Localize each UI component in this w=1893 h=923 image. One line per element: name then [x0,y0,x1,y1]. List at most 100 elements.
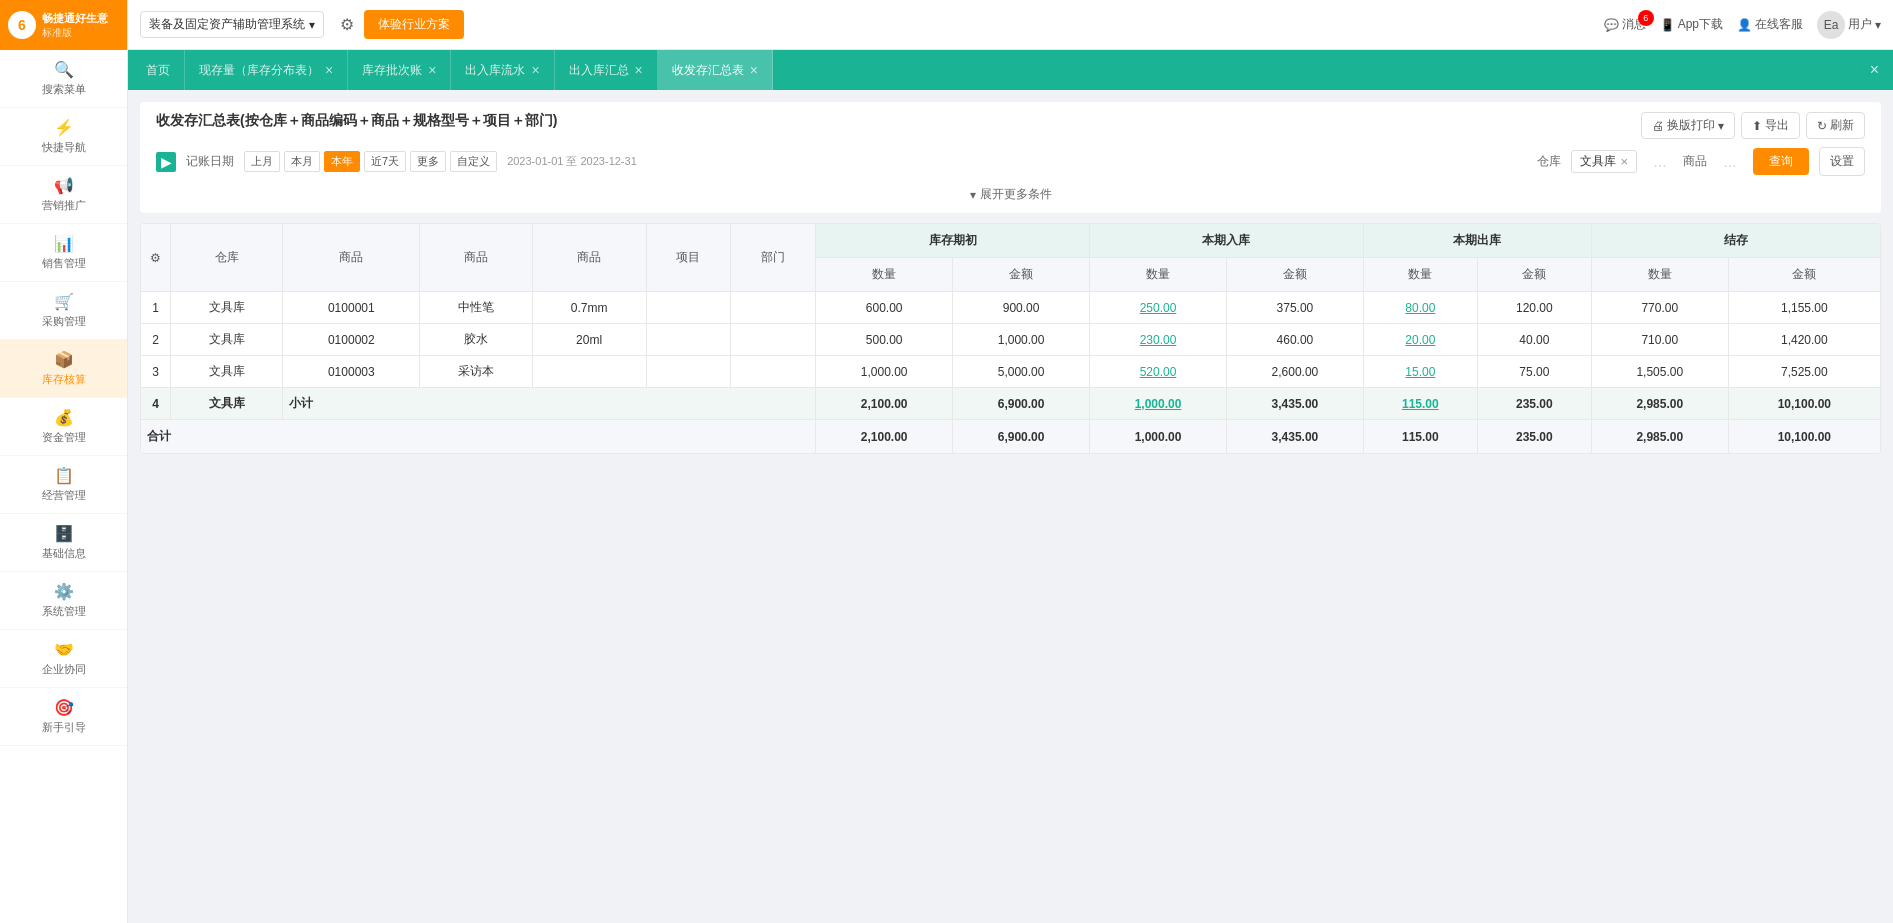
sidebar-item-finance[interactable]: 💰资金管理 [0,398,127,456]
sidebar-item-operations[interactable]: 📋经营管理 [0,456,127,514]
row-out-qty[interactable]: 15.00 [1363,356,1477,388]
tab-close-stock-dist[interactable]: × [325,62,333,78]
date-btn-本月[interactable]: 本月 [284,151,320,172]
tab-label-stock-dist: 现存量（库存分布表） [199,62,319,79]
subtotal-open-amt: 6,900.00 [953,388,1090,420]
expand-filter-btn[interactable]: ▾ 展开更多条件 [970,186,1052,203]
sidebar-item-label-sales: 销售管理 [42,256,86,271]
row-product-name: 中性笔 [420,292,532,324]
subtotal-row: 4 文具库 小计 2,100.00 6,900.00 1,000.00 3,43… [141,388,1881,420]
tab-in-out-summary[interactable]: 出入库汇总 × [555,50,658,90]
row-project [646,324,731,356]
online-service-btn[interactable]: 👤 在线客服 [1737,16,1803,33]
sales-icon: 📊 [54,234,74,253]
sidebar-item-newbie[interactable]: 🎯新手引导 [0,688,127,746]
col-opening-amt: 金额 [953,258,1090,292]
row-product-name: 胶水 [420,324,532,356]
table-row: 3 文具库 0100003 采访本 1,000.00 5,000.00 520.… [141,356,1881,388]
sidebar-item-marketing[interactable]: 📢营销推广 [0,166,127,224]
sidebar-item-sales[interactable]: 📊 销售管理 [0,224,127,282]
tab-in-out-flow[interactable]: 出入库流水 × [451,50,554,90]
sidebar-item-label-purchase: 采购管理 [42,314,86,329]
warehouse-tag[interactable]: 文具库 × [1571,150,1637,173]
print-btn[interactable]: 🖨 换版打印 ▾ [1641,112,1735,139]
row-out-amt: 75.00 [1477,356,1591,388]
tab-recv-send-summary[interactable]: 收发存汇总表 × [658,50,773,90]
sidebar: 6 畅捷通好生意 标准版 🔍搜索菜单⚡快捷导航📢营销推广📊销售管理🛒采购管理📦库… [0,0,128,923]
sidebar-item-system[interactable]: ⚙️系统管理 [0,572,127,630]
row-in-qty[interactable]: 250.00 [1090,292,1227,324]
query-btn[interactable]: 查询 [1753,148,1809,175]
tab-close-in-out-summary[interactable]: × [635,62,643,78]
row-bal-qty: 770.00 [1591,292,1728,324]
row-open-amt: 1,000.00 [953,324,1090,356]
row-in-qty[interactable]: 520.00 [1090,356,1227,388]
trial-btn[interactable]: 体验行业方案 [364,10,464,39]
sidebar-item-purchase[interactable]: 🛒采购管理 [0,282,127,340]
sidebar-item-inventory[interactable]: 📦库存核算 [0,340,127,398]
messages-btn[interactable]: 💬 消息 6 [1604,16,1646,33]
row-no: 3 [141,356,171,388]
date-btn-自定义[interactable]: 自定义 [450,151,497,172]
row-bal-amt: 1,420.00 [1728,324,1880,356]
row-open-amt: 5,000.00 [953,356,1090,388]
sidebar-nav: 🔍搜索菜单⚡快捷导航📢营销推广 📊 销售管理 🛒采购管理📦库存核算💰资金管理📋经营管理… [0,50,127,923]
close-all-tabs-btn[interactable]: × [1860,61,1889,79]
total-in-qty: 1,000.00 [1090,420,1227,454]
row-open-amt: 900.00 [953,292,1090,324]
subtotal-bal-qty: 2,985.00 [1591,388,1728,420]
row-open-qty: 500.00 [816,324,953,356]
col-header-dept: 部门 [731,224,816,292]
product-more-icon[interactable]: … [1723,154,1737,170]
row-bal-amt: 1,155.00 [1728,292,1880,324]
export-btn[interactable]: ⬆ 导出 [1741,112,1800,139]
row-product-name: 采访本 [420,356,532,388]
table-gear-icon[interactable]: ⚙ [150,251,161,265]
filter-toggle-btn[interactable]: ▶ [156,152,176,172]
row-bal-qty: 710.00 [1591,324,1728,356]
row-in-qty[interactable]: 230.00 [1090,324,1227,356]
tab-label-in-out-summary: 出入库汇总 [569,62,629,79]
date-btn-近7天[interactable]: 近7天 [364,151,406,172]
sidebar-item-basic-info[interactable]: 🗄️基础信息 [0,514,127,572]
newbie-icon: 🎯 [54,698,74,717]
refresh-btn[interactable]: ↻ 刷新 [1806,112,1865,139]
row-warehouse: 文具库 [171,356,283,388]
chevron-down-icon: ▾ [309,18,315,32]
tab-batch[interactable]: 库存批次账 × [348,50,451,90]
col-group-out: 本期出库 [1363,224,1591,258]
date-btn-更多[interactable]: 更多 [410,151,446,172]
col-out-amt: 金额 [1477,258,1591,292]
tab-close-in-out-flow[interactable]: × [531,62,539,78]
tab-close-batch[interactable]: × [428,62,436,78]
app-download-btn[interactable]: 📱 App下载 [1660,16,1723,33]
row-in-amt: 460.00 [1226,324,1363,356]
system-selector[interactable]: 装备及固定资产辅助管理系统 ▾ [140,11,324,38]
sidebar-item-label-quick-nav: 快捷导航 [42,140,86,155]
row-dept [731,292,816,324]
date-btn-上月[interactable]: 上月 [244,151,280,172]
table-row: 1 文具库 0100001 中性笔 0.7mm 600.00 900.00 25… [141,292,1881,324]
main-area: 装备及固定资产辅助管理系统 ▾ ⚙ 体验行业方案 💬 消息 6 📱 App下载 … [128,0,1893,923]
tab-close-recv-send-summary[interactable]: × [750,62,758,78]
sidebar-item-collab[interactable]: 🤝企业协同 [0,630,127,688]
operations-icon: 📋 [54,466,74,485]
date-btn-本年[interactable]: 本年 [324,151,360,172]
warehouse-tag-close[interactable]: × [1620,154,1628,169]
tab-stock-dist[interactable]: 现存量（库存分布表） × [185,50,348,90]
row-out-amt: 120.00 [1477,292,1591,324]
settings-gear-icon[interactable]: ⚙ [340,15,354,34]
tab-home[interactable]: 首页 [132,50,185,90]
tab-bar: 首页现存量（库存分布表） ×库存批次账 ×出入库流水 ×出入库汇总 ×收发存汇总… [128,50,1893,90]
row-spec: 0.7mm [532,292,646,324]
user-menu-btn[interactable]: Ea 用户 ▾ [1817,11,1881,39]
sidebar-item-quick-nav[interactable]: ⚡快捷导航 [0,108,127,166]
table-settings-col[interactable]: ⚙ [141,224,171,292]
settings-btn[interactable]: 设置 [1819,147,1865,176]
row-out-qty[interactable]: 80.00 [1363,292,1477,324]
row-out-qty[interactable]: 20.00 [1363,324,1477,356]
warehouse-filter-label: 仓库 [1537,153,1561,170]
data-table-wrapper: ⚙ 仓库 商品 商品 商品 项目 部门 库存期初 本期入库 本期出库 结存 [140,223,1881,454]
sidebar-item-search[interactable]: 🔍搜索菜单 [0,50,127,108]
warehouse-more-icon[interactable]: … [1653,154,1667,170]
